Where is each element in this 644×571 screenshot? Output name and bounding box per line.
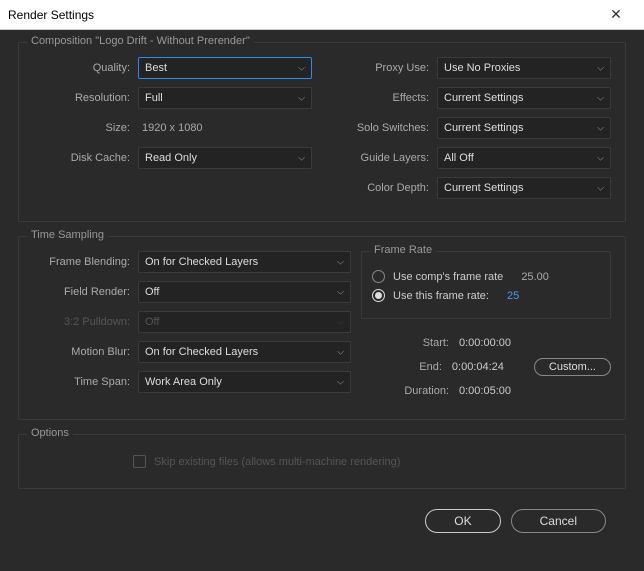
chevron-down-icon: ⌵ [298, 93, 305, 104]
pulldown-value: Off [145, 316, 159, 328]
color-depth-label: Color Depth: [332, 182, 437, 194]
comp-rate-value: 25.00 [521, 271, 549, 283]
proxy-use-label: Proxy Use: [332, 62, 437, 74]
custom-button[interactable]: Custom... [534, 358, 611, 376]
end-value: 0:00:04:24 [452, 357, 524, 377]
resolution-label: Resolution: [33, 92, 138, 104]
radio-icon [372, 270, 385, 283]
disk-cache-value: Read Only [145, 152, 197, 164]
effects-label: Effects: [332, 92, 437, 104]
chevron-down-icon: ⌵ [298, 63, 305, 74]
chevron-down-icon: ⌵ [337, 377, 344, 388]
solo-switches-label: Solo Switches: [332, 122, 437, 134]
quality-value: Best [145, 62, 167, 74]
pulldown-select: Off ⌵ [138, 311, 351, 333]
motion-blur-label: Motion Blur: [33, 346, 138, 358]
chevron-down-icon: ⌵ [597, 123, 604, 134]
composition-legend: Composition "Logo Drift - Without Preren… [27, 35, 254, 47]
effects-select[interactable]: Current Settings ⌵ [437, 87, 611, 109]
chevron-down-icon: ⌵ [597, 183, 604, 194]
time-sampling-legend: Time Sampling [27, 229, 108, 241]
ok-button[interactable]: OK [425, 509, 500, 533]
motion-blur-value: On for Checked Layers [145, 346, 258, 358]
frame-blending-value: On for Checked Layers [145, 256, 258, 268]
time-span-select[interactable]: Work Area Only ⌵ [138, 371, 351, 393]
frame-rate-legend: Frame Rate [370, 244, 436, 256]
solo-switches-select[interactable]: Current Settings ⌵ [437, 117, 611, 139]
this-rate-radio-row[interactable]: Use this frame rate: 25 [372, 289, 600, 302]
time-sampling-group: Time Sampling Frame Blending: On for Che… [18, 236, 626, 420]
resolution-value: Full [145, 92, 163, 104]
chevron-down-icon: ⌵ [337, 317, 344, 328]
frame-rate-group: Frame Rate Use comp's frame rate 25.00 U… [361, 251, 611, 319]
this-rate-label: Use this frame rate: [393, 290, 489, 302]
options-legend: Options [27, 427, 73, 439]
start-label: Start: [423, 333, 449, 353]
field-render-label: Field Render: [33, 286, 138, 298]
this-rate-value[interactable]: 25 [507, 290, 519, 302]
end-label: End: [419, 357, 442, 377]
effects-value: Current Settings [444, 92, 523, 104]
guide-layers-label: Guide Layers: [332, 152, 437, 164]
size-value: 1920 x 1080 [138, 122, 203, 134]
cancel-button[interactable]: Cancel [511, 509, 606, 533]
guide-layers-value: All Off [444, 152, 474, 164]
frame-blending-select[interactable]: On for Checked Layers ⌵ [138, 251, 351, 273]
chevron-down-icon: ⌵ [298, 153, 305, 164]
time-span-label: Time Span: [33, 376, 138, 388]
options-group: Options Skip existing files (allows mult… [18, 434, 626, 489]
composition-group: Composition "Logo Drift - Without Preren… [18, 42, 626, 222]
motion-blur-select[interactable]: On for Checked Layers ⌵ [138, 341, 351, 363]
pulldown-label: 3:2 Pulldown: [33, 316, 138, 328]
radio-selected-icon [372, 289, 385, 302]
start-value: 0:00:00:00 [459, 333, 531, 353]
field-render-value: Off [145, 286, 159, 298]
field-render-select[interactable]: Off ⌵ [138, 281, 351, 303]
chevron-down-icon: ⌵ [337, 257, 344, 268]
disk-cache-label: Disk Cache: [33, 152, 138, 164]
titlebar: Render Settings ✕ [0, 0, 644, 30]
skip-existing-row: Skip existing files (allows multi-machin… [33, 449, 611, 474]
window-title: Render Settings [8, 8, 596, 22]
comp-rate-label: Use comp's frame rate [393, 271, 503, 283]
color-depth-select[interactable]: Current Settings ⌵ [437, 177, 611, 199]
duration-label: Duration: [404, 381, 449, 401]
time-span-value: Work Area Only [145, 376, 222, 388]
chevron-down-icon: ⌵ [337, 347, 344, 358]
disk-cache-select[interactable]: Read Only ⌵ [138, 147, 312, 169]
checkbox-icon [133, 455, 146, 468]
color-depth-value: Current Settings [444, 182, 523, 194]
proxy-use-select[interactable]: Use No Proxies ⌵ [437, 57, 611, 79]
chevron-down-icon: ⌵ [597, 153, 604, 164]
skip-existing-label: Skip existing files (allows multi-machin… [154, 456, 400, 468]
frame-blending-label: Frame Blending: [33, 256, 138, 268]
solo-switches-value: Current Settings [444, 122, 523, 134]
close-icon[interactable]: ✕ [596, 6, 636, 23]
guide-layers-select[interactable]: All Off ⌵ [437, 147, 611, 169]
chevron-down-icon: ⌵ [597, 93, 604, 104]
chevron-down-icon: ⌵ [597, 63, 604, 74]
proxy-use-value: Use No Proxies [444, 62, 520, 74]
chevron-down-icon: ⌵ [337, 287, 344, 298]
resolution-select[interactable]: Full ⌵ [138, 87, 312, 109]
duration-value: 0:00:05:00 [459, 381, 531, 401]
quality-select[interactable]: Best ⌵ [138, 57, 312, 79]
size-label: Size: [33, 122, 138, 134]
quality-label: Quality: [33, 62, 138, 74]
comp-rate-radio-row[interactable]: Use comp's frame rate 25.00 [372, 270, 600, 283]
